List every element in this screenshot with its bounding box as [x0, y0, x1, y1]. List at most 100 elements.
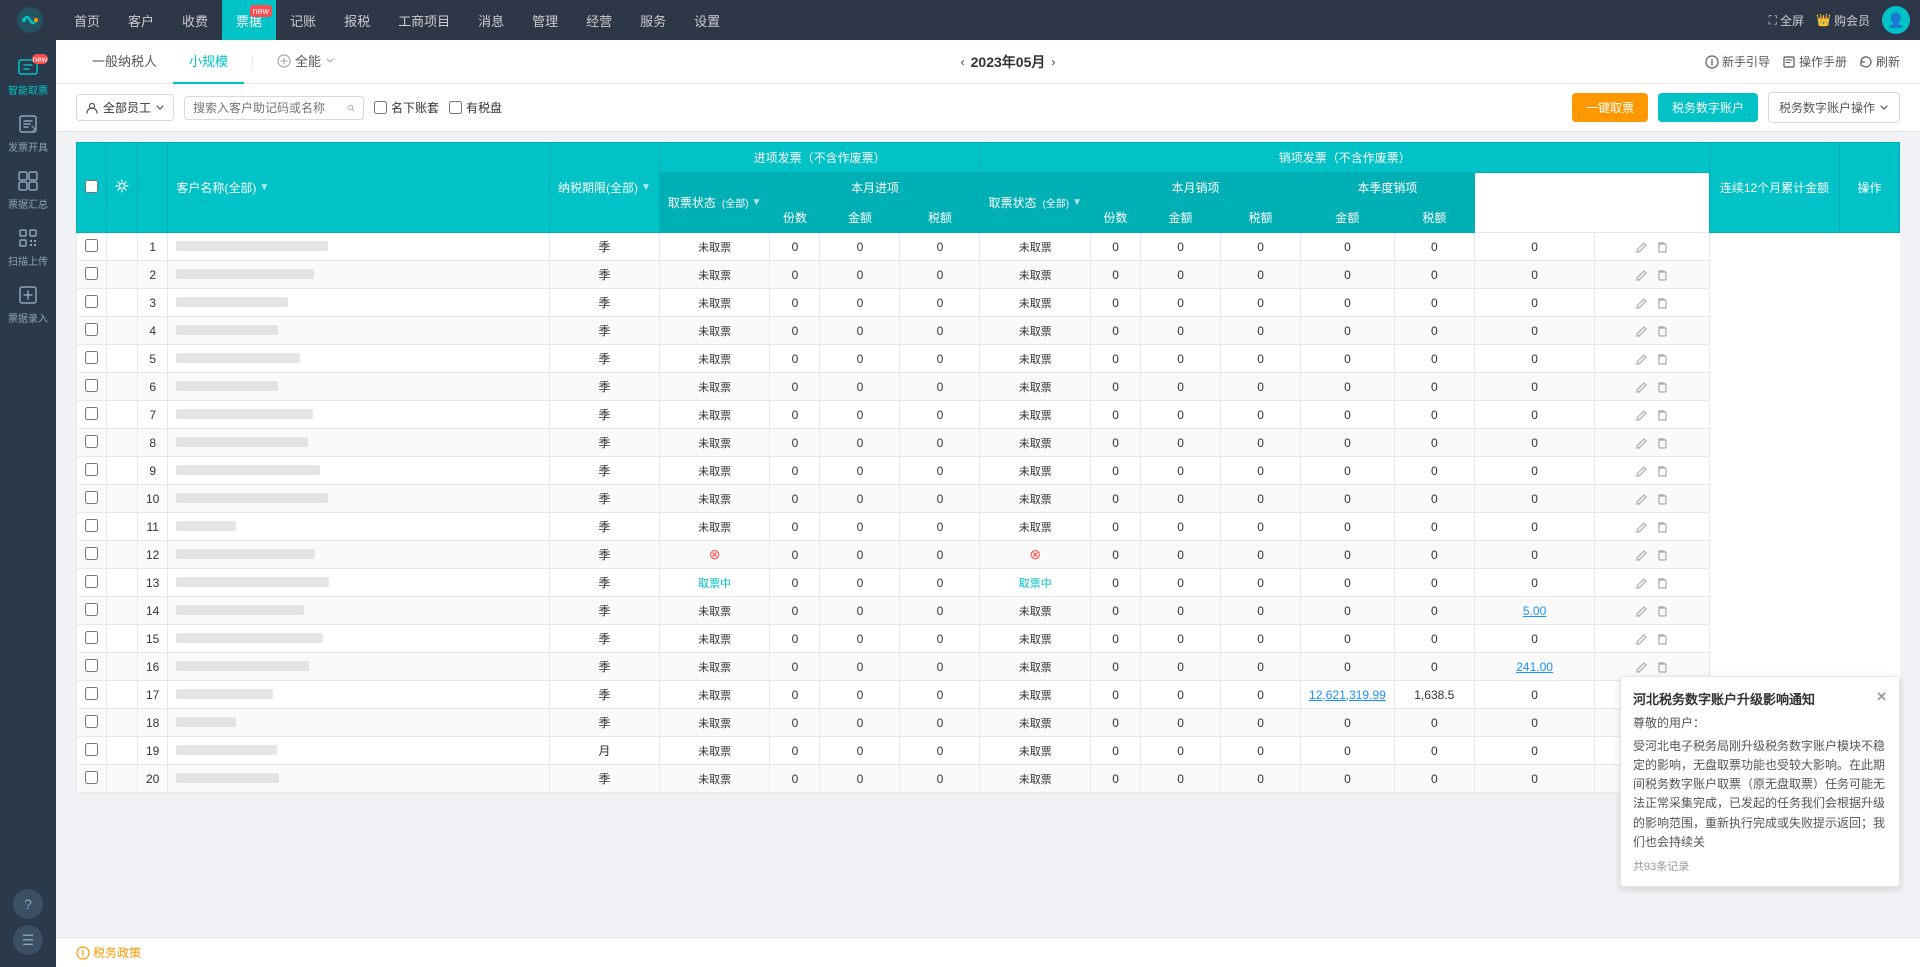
nav-settings[interactable]: 设置: [680, 0, 734, 40]
name-filter-icon[interactable]: ▼: [259, 182, 269, 193]
account-checkbox-input[interactable]: [374, 101, 387, 114]
edit-icon[interactable]: [1635, 464, 1649, 478]
copy-icon[interactable]: [1655, 324, 1669, 338]
one-key-fetch-button[interactable]: 一键取票: [1572, 93, 1648, 122]
edit-icon[interactable]: [1635, 576, 1649, 590]
row-checkbox[interactable]: [85, 603, 98, 616]
new-guide-link[interactable]: 新手引导: [1705, 53, 1770, 70]
row-checkbox[interactable]: [85, 743, 98, 756]
row-checkbox[interactable]: [85, 351, 98, 364]
copy-icon[interactable]: [1655, 548, 1669, 562]
edit-icon[interactable]: [1635, 548, 1649, 562]
row-checkbox[interactable]: [85, 463, 98, 476]
row-checkbox[interactable]: [85, 631, 98, 644]
nav-home[interactable]: 首页: [60, 0, 114, 40]
row-checkbox[interactable]: [85, 435, 98, 448]
row-checkbox[interactable]: [85, 239, 98, 252]
tab-all-capable[interactable]: 全能: [261, 40, 351, 84]
sidebar-item-smart-ticket[interactable]: new 智能取票: [0, 48, 56, 105]
next-period-button[interactable]: ›: [1051, 55, 1055, 69]
nav-operation[interactable]: 经营: [572, 0, 626, 40]
row-checkbox[interactable]: [85, 519, 98, 532]
policy-link[interactable]: 税务政策: [76, 944, 141, 961]
row-checkbox[interactable]: [85, 379, 98, 392]
cumulative-link[interactable]: 241.00: [1516, 660, 1553, 674]
row-checkbox[interactable]: [85, 547, 98, 560]
row-checkbox[interactable]: [85, 407, 98, 420]
edit-icon[interactable]: [1635, 660, 1649, 674]
edit-icon[interactable]: [1635, 520, 1649, 534]
in-status-filter-icon[interactable]: ▼: [752, 197, 762, 208]
nav-business[interactable]: 工商项目: [384, 0, 464, 40]
nav-service[interactable]: 服务: [626, 0, 680, 40]
edit-icon[interactable]: [1635, 604, 1649, 618]
digital-account-button[interactable]: 税务数字账户: [1658, 93, 1758, 122]
copy-icon[interactable]: [1655, 380, 1669, 394]
settings-icon[interactable]: [115, 179, 129, 193]
nav-message[interactable]: 消息: [464, 0, 518, 40]
app-logo[interactable]: [10, 0, 50, 40]
edit-icon[interactable]: [1635, 492, 1649, 506]
prev-period-button[interactable]: ‹: [961, 55, 965, 69]
copy-icon[interactable]: [1655, 604, 1669, 618]
copy-icon[interactable]: [1655, 268, 1669, 282]
sidebar-item-entry[interactable]: 票据录入: [0, 276, 56, 333]
edit-icon[interactable]: [1635, 380, 1649, 394]
search-icon[interactable]: [347, 101, 355, 115]
refresh-link[interactable]: 刷新: [1859, 53, 1900, 70]
row-checkbox[interactable]: [85, 771, 98, 784]
row-checkbox[interactable]: [85, 323, 98, 336]
row-checkbox[interactable]: [85, 267, 98, 280]
quota-filter-icon[interactable]: ▼: [641, 182, 651, 193]
row-checkbox[interactable]: [85, 295, 98, 308]
nav-invoice[interactable]: 票据new: [222, 0, 276, 40]
copy-icon[interactable]: [1655, 660, 1669, 674]
select-all-checkbox[interactable]: [85, 180, 98, 193]
row-checkbox[interactable]: [85, 491, 98, 504]
copy-icon[interactable]: [1655, 352, 1669, 366]
copy-icon[interactable]: [1655, 240, 1669, 254]
search-input[interactable]: [193, 101, 343, 115]
copy-icon[interactable]: [1655, 576, 1669, 590]
row-checkbox[interactable]: [85, 659, 98, 672]
edit-icon[interactable]: [1635, 632, 1649, 646]
fullscreen-btn[interactable]: ⛶ 全屏: [1769, 12, 1804, 29]
edit-icon[interactable]: [1635, 436, 1649, 450]
copy-icon[interactable]: [1655, 520, 1669, 534]
sidebar-item-scan[interactable]: 扫描上传: [0, 219, 56, 276]
copy-icon[interactable]: [1655, 492, 1669, 506]
tax-disk-checkbox-input[interactable]: [449, 101, 462, 114]
digital-dropdown-button[interactable]: 税务数字账户操作: [1768, 92, 1900, 123]
staff-select[interactable]: 全部员工: [76, 94, 174, 121]
nav-billing[interactable]: 收费: [168, 0, 222, 40]
user-avatar[interactable]: 👤: [1882, 6, 1910, 34]
out-status-filter-icon[interactable]: ▼: [1072, 197, 1082, 208]
sidebar-item-summary[interactable]: 票据汇总: [0, 162, 56, 219]
edit-icon[interactable]: [1635, 296, 1649, 310]
copy-icon[interactable]: [1655, 632, 1669, 646]
row-checkbox[interactable]: [85, 575, 98, 588]
nav-manage[interactable]: 管理: [518, 0, 572, 40]
cumulative-link[interactable]: 5.00: [1523, 604, 1546, 618]
copy-icon[interactable]: [1655, 408, 1669, 422]
help-button[interactable]: ?: [13, 889, 43, 919]
tab-small-scale[interactable]: 小规模: [173, 40, 244, 84]
manual-link[interactable]: 操作手册: [1782, 53, 1847, 70]
nav-tax[interactable]: 报税: [330, 0, 384, 40]
copy-icon[interactable]: [1655, 436, 1669, 450]
nav-client[interactable]: 客户: [114, 0, 168, 40]
season-amount-link[interactable]: 12,621,319.99: [1309, 688, 1386, 702]
account-filter-checkbox[interactable]: 名下账套: [374, 99, 439, 116]
tab-general-taxpayer[interactable]: 一般纳税人: [76, 40, 173, 84]
edit-icon[interactable]: [1635, 324, 1649, 338]
menu-button[interactable]: ☰: [13, 925, 43, 955]
nav-accounting[interactable]: 记账: [276, 0, 330, 40]
row-checkbox[interactable]: [85, 715, 98, 728]
edit-icon[interactable]: [1635, 268, 1649, 282]
sidebar-item-invoice-open[interactable]: 发票开具: [0, 105, 56, 162]
member-btn[interactable]: 👑 购会员: [1816, 12, 1870, 29]
edit-icon[interactable]: [1635, 352, 1649, 366]
edit-icon[interactable]: [1635, 240, 1649, 254]
row-checkbox[interactable]: [85, 687, 98, 700]
edit-icon[interactable]: [1635, 408, 1649, 422]
